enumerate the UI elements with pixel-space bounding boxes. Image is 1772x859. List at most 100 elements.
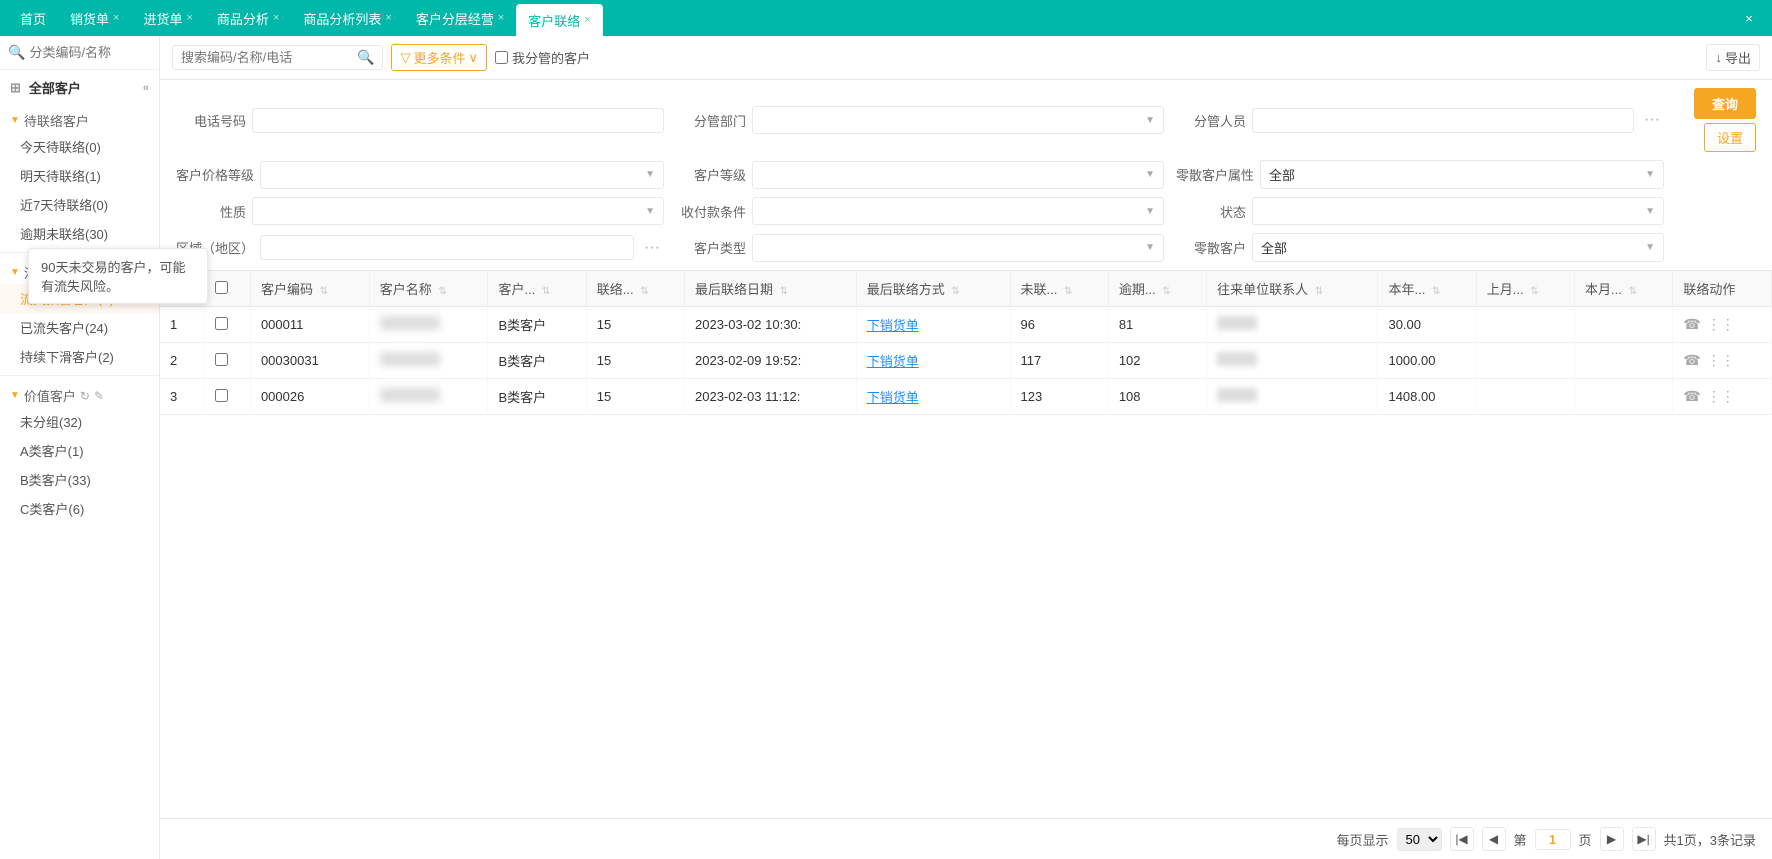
nav-analysis-list-close[interactable]: × xyxy=(385,12,391,24)
sort-last-month-icon[interactable]: ⇅ xyxy=(1530,286,1538,297)
payment-select[interactable]: ▼ xyxy=(752,197,1164,225)
more-conditions-btn[interactable]: ▽ 更多条件 ∨ xyxy=(391,44,487,71)
per-page-select[interactable]: 50 xyxy=(1397,828,1442,851)
status-select[interactable]: ▼ xyxy=(1252,197,1664,225)
row-checkbox-2[interactable] xyxy=(215,389,228,402)
action-contact-icon-1[interactable]: ☎ xyxy=(1683,352,1700,369)
sort-type-icon[interactable]: ⇅ xyxy=(542,286,550,297)
sidebar-item-today[interactable]: 今天待联络(0) xyxy=(0,132,159,161)
cell-uncontacted-0: 96 xyxy=(1010,307,1108,343)
table-header-row: ⚙ 客户编码 ⇅ 客户名称 ⇅ xyxy=(160,271,1772,307)
select-all-checkbox[interactable] xyxy=(215,281,228,294)
sidebar-item-overdue[interactable]: 逾期未联络(30) xyxy=(0,219,159,248)
sidebar-item-class-a[interactable]: A类客户(1) xyxy=(0,436,159,465)
nav-purchase-close[interactable]: × xyxy=(186,12,192,24)
settings-button[interactable]: 设置 xyxy=(1704,123,1756,152)
window-close-button[interactable]: × xyxy=(1734,3,1764,33)
cell-method-1[interactable]: 下销货单 xyxy=(856,343,1010,379)
retail-attr-select[interactable]: 全部 ▼ xyxy=(1260,160,1664,189)
price-level-select[interactable]: ▼ xyxy=(260,161,664,189)
cell-checkbox-1[interactable] xyxy=(205,343,251,379)
th-last-date: 最后联络日期 ⇅ xyxy=(685,271,857,307)
dormant-tooltip: 90天未交易的客户，可能有流失风险。 xyxy=(28,248,160,304)
sort-code-icon[interactable]: ⇅ xyxy=(320,286,328,297)
sidebar-item-tomorrow[interactable]: 明天待联络(1) xyxy=(0,161,159,190)
cell-actions-1: ☎ ⋮⋮ xyxy=(1673,343,1772,379)
query-button[interactable]: 查询 xyxy=(1694,88,1756,119)
payment-chevron-icon: ▼ xyxy=(1145,206,1155,217)
nav-purchase[interactable]: 进货单 × xyxy=(131,0,204,36)
sort-this-year-icon[interactable]: ⇅ xyxy=(1432,286,1440,297)
sidebar-item-declining[interactable]: 持续下滑客户(2) xyxy=(0,342,159,371)
triangle-icon-pending: ▼ xyxy=(10,115,20,126)
nav-customer-contact-label: 客户联络 xyxy=(528,11,580,30)
export-button[interactable]: ↓ 导出 xyxy=(1706,44,1760,71)
action-contact-icon-0[interactable]: ☎ xyxy=(1683,316,1700,333)
sort-last-date-icon[interactable]: ⇅ xyxy=(780,286,788,297)
sidebar-collapse-btn[interactable]: « xyxy=(143,82,149,94)
dept-select[interactable]: ▼ xyxy=(752,106,1164,134)
sidebar-item-class-b[interactable]: B类客户(33) xyxy=(0,465,159,494)
next-page-btn[interactable]: ▶ xyxy=(1600,827,1624,851)
cell-contact-2: 15 xyxy=(586,379,684,415)
retail-customer-select[interactable]: 全部 ▼ xyxy=(1252,233,1664,262)
action-more-icon-1[interactable]: ⋮⋮ xyxy=(1707,352,1735,369)
nav-home[interactable]: 首页 xyxy=(8,0,58,36)
sort-last-method-icon[interactable]: ⇅ xyxy=(951,286,959,297)
sidebar-item-7days[interactable]: 近7天待联络(0) xyxy=(0,190,159,219)
nav-analysis-close[interactable]: × xyxy=(273,12,279,24)
row-checkbox-1[interactable] xyxy=(215,353,228,366)
th-code-label: 客户编码 xyxy=(261,282,313,297)
region-dots-btn[interactable]: ··· xyxy=(640,239,664,257)
cell-checkbox-2[interactable] xyxy=(205,379,251,415)
phone-input[interactable] xyxy=(252,108,664,133)
value-refresh-icon[interactable]: ↻ xyxy=(80,389,90,403)
nav-analysis[interactable]: 商品分析 × xyxy=(205,0,291,36)
action-more-icon-0[interactable]: ⋮⋮ xyxy=(1707,316,1735,333)
th-contact-person: 往来单位联系人 ⇅ xyxy=(1207,271,1378,307)
person-input[interactable] xyxy=(1252,108,1634,133)
action-more-icon-2[interactable]: ⋮⋮ xyxy=(1707,388,1735,405)
my-customers-checkbox[interactable] xyxy=(495,51,508,64)
sidebar-item-churned[interactable]: 已流失客户(24) xyxy=(0,313,159,342)
sort-uncontacted-icon[interactable]: ⇅ xyxy=(1064,286,1072,297)
filter-search-input[interactable] xyxy=(181,50,357,65)
dept-chevron-icon: ▼ xyxy=(1145,115,1155,126)
row-checkbox-0[interactable] xyxy=(215,317,228,330)
page-input[interactable] xyxy=(1535,829,1571,850)
sidebar-search-input[interactable] xyxy=(29,45,160,60)
sort-contact-count-icon[interactable]: ⇅ xyxy=(640,286,648,297)
cell-date-0: 2023-03-02 10:30: xyxy=(685,307,857,343)
cell-method-2[interactable]: 下销货单 xyxy=(856,379,1010,415)
nav-customer-tier-close[interactable]: × xyxy=(498,12,504,24)
more-conditions-label: 更多条件 xyxy=(413,48,465,67)
triangle-icon-value: ▼ xyxy=(10,390,20,401)
last-page-btn[interactable]: ▶| xyxy=(1632,827,1656,851)
sort-contact-person-icon[interactable]: ⇅ xyxy=(1315,286,1323,297)
sort-overdue-icon[interactable]: ⇅ xyxy=(1162,286,1170,297)
customer-type-select[interactable]: ▼ xyxy=(752,234,1164,262)
action-contact-icon-2[interactable]: ☎ xyxy=(1683,388,1700,405)
sort-name-icon[interactable]: ⇅ xyxy=(438,286,446,297)
cell-checkbox-0[interactable] xyxy=(205,307,251,343)
nature-select[interactable]: ▼ xyxy=(252,197,664,225)
sidebar-item-class-c[interactable]: C类客户(6) xyxy=(0,494,159,523)
nav-sales-close[interactable]: × xyxy=(113,12,119,24)
region-input[interactable] xyxy=(260,235,634,260)
sidebar-item-ungrouped[interactable]: 未分组(32) xyxy=(0,407,159,436)
first-page-btn[interactable]: |◀ xyxy=(1450,827,1474,851)
nav-customer-contact[interactable]: 客户联络 × xyxy=(516,4,602,36)
customer-level-select[interactable]: ▼ xyxy=(752,161,1164,189)
nav-customer-contact-close[interactable]: × xyxy=(584,14,590,26)
person-dots-btn[interactable]: ··· xyxy=(1640,111,1664,129)
nav-sales[interactable]: 销货单 × xyxy=(58,0,131,36)
value-edit-icon[interactable]: ✎ xyxy=(94,389,104,403)
prev-page-btn[interactable]: ◀ xyxy=(1482,827,1506,851)
nav-analysis-list-label: 商品分析列表 xyxy=(303,9,381,28)
cell-method-0[interactable]: 下销货单 xyxy=(856,307,1010,343)
filter-search-icon[interactable]: 🔍 xyxy=(357,49,374,66)
my-customers-filter[interactable]: 我分管的客户 xyxy=(495,48,590,67)
sort-this-month-icon[interactable]: ⇅ xyxy=(1629,286,1637,297)
nav-analysis-list[interactable]: 商品分析列表 × xyxy=(291,0,403,36)
nav-customer-tier[interactable]: 客户分层经营 × xyxy=(404,0,516,36)
